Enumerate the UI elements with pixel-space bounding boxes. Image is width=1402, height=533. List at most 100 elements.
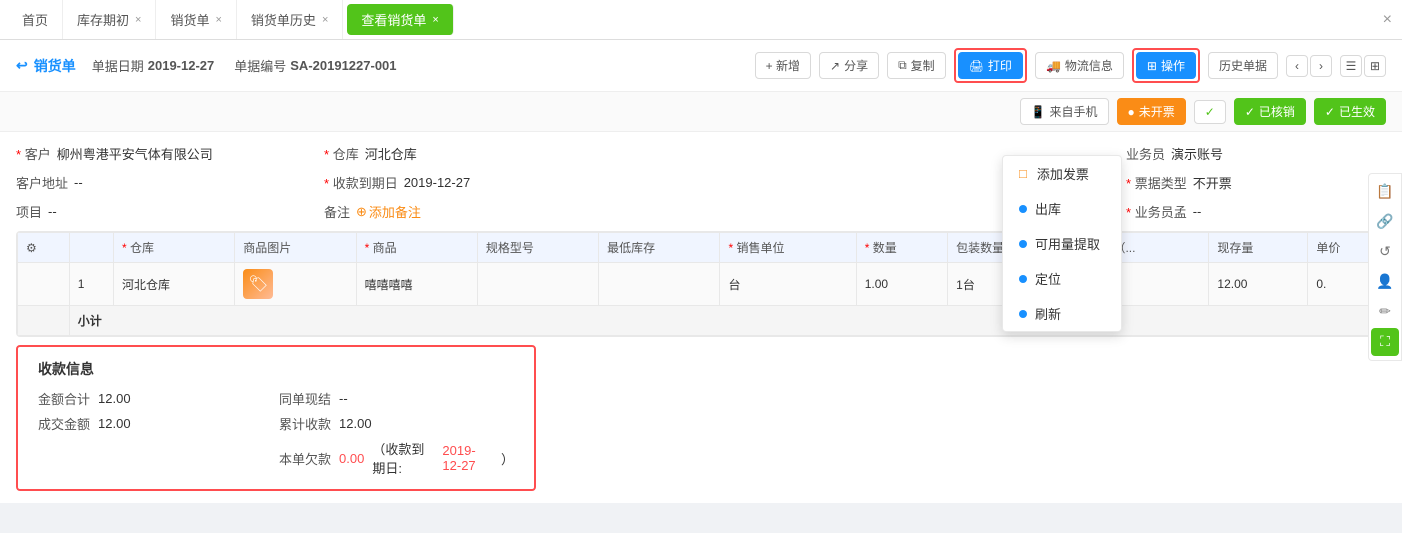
col-min-stock: 最低库存 bbox=[599, 233, 720, 263]
from-phone-button[interactable]: 📱 来自手机 bbox=[1020, 98, 1109, 125]
strip-icon-3[interactable]: ↺ bbox=[1371, 238, 1399, 266]
menu-item-refresh[interactable]: 刷新 bbox=[1003, 296, 1121, 331]
row-unit: 台 bbox=[720, 263, 856, 306]
payment-info-box: 收款信息 金额合计 12.00 同单现结 -- 成交金额 12.00 bbox=[16, 345, 536, 491]
outbound-label: 出库 bbox=[1035, 199, 1061, 218]
close-tab-sales-order[interactable]: × bbox=[215, 14, 221, 26]
print-button[interactable]: 🖨 打印 bbox=[958, 52, 1023, 79]
logistics-icon: 🚚 bbox=[1046, 59, 1061, 73]
not-open-button[interactable]: ● 未开票 bbox=[1117, 98, 1186, 125]
invoice-menu-icon: □ bbox=[1019, 166, 1027, 181]
ticket-type-value: 不开票 bbox=[1193, 173, 1232, 192]
add-invoice-label: 添加发票 bbox=[1037, 164, 1089, 183]
add-note-button[interactable]: ⊕ 添加备注 bbox=[356, 202, 421, 221]
tab-sales-history[interactable]: 销货单历史 × bbox=[237, 0, 343, 39]
form-date-value: 2019-12-27 bbox=[148, 58, 215, 73]
nav-arrows: ‹ › bbox=[1286, 55, 1332, 77]
print-icon: 🖨 bbox=[969, 59, 984, 73]
strip-icon-4[interactable]: 👤 bbox=[1371, 268, 1399, 296]
row-min-stock bbox=[599, 263, 720, 306]
form-number-label: 单据编号 SA-20191227-001 bbox=[234, 56, 396, 75]
col-qty: * 数量 bbox=[856, 233, 947, 263]
row-stock: 12.00 bbox=[1209, 263, 1308, 306]
same-order-value: -- bbox=[339, 391, 348, 406]
staff2-field: * 业务员孟 -- bbox=[1126, 202, 1386, 221]
table-row: 1 河北仓库 🏷 嘻嘻嘻嘻 台 1.00 1台 bbox=[18, 263, 1385, 306]
close-window-button[interactable]: × bbox=[1383, 11, 1392, 29]
copy-button[interactable]: ⧉ 复制 bbox=[887, 52, 946, 79]
tab-stock-init[interactable]: 库存期初 × bbox=[63, 0, 156, 39]
ticket-type-field: * 票据类型 不开票 bbox=[1126, 173, 1386, 192]
available-qty-dot bbox=[1019, 240, 1027, 248]
total-amount-label: 金额合计 bbox=[38, 389, 90, 408]
effective-button[interactable]: ✓ 已生效 bbox=[1314, 98, 1386, 125]
prev-button[interactable]: ‹ bbox=[1286, 55, 1308, 77]
deal-amount-label: 成交金额 bbox=[38, 414, 90, 433]
operation-button[interactable]: ⊞ 操作 bbox=[1136, 52, 1196, 79]
warehouse-field: * 仓库 河北仓库 bbox=[324, 144, 584, 163]
col-unit: * 销售单位 bbox=[720, 233, 856, 263]
strip-icon-2[interactable]: 🔗 bbox=[1371, 208, 1399, 236]
check-icon: ✓ bbox=[1205, 105, 1215, 119]
due-note-end: ） bbox=[501, 449, 514, 468]
staff-value: 演示账号 bbox=[1171, 144, 1223, 163]
toolbar-row: 📱 来自手机 ● 未开票 ✓ ✓ 已核销 ✓ 已生效 bbox=[0, 92, 1402, 132]
next-button[interactable]: › bbox=[1310, 55, 1332, 77]
col-image: 商品图片 bbox=[235, 233, 356, 263]
col-stock: 现存量 bbox=[1209, 233, 1308, 263]
gear-icon[interactable]: ⚙ bbox=[26, 241, 37, 255]
row-num: 1 bbox=[69, 263, 113, 306]
cumulative-value: 12.00 bbox=[339, 416, 372, 431]
new-button[interactable]: + 新增 bbox=[755, 52, 811, 79]
col-warehouse: * 仓库 bbox=[113, 233, 234, 263]
due-row: 本单欠款 0.00 （收款到期日: 2019-12-27 ） bbox=[279, 439, 514, 477]
col-num bbox=[69, 233, 113, 263]
col-product: * 商品 bbox=[356, 233, 477, 263]
close-tab-view-sales[interactable]: × bbox=[432, 14, 438, 26]
deal-amount-row: 成交金额 12.00 bbox=[38, 414, 273, 433]
menu-item-outbound[interactable]: 出库 bbox=[1003, 191, 1121, 226]
total-amount-value: 12.00 bbox=[98, 391, 131, 406]
row-qty: 1.00 bbox=[856, 263, 947, 306]
close-tab-sales-history[interactable]: × bbox=[322, 14, 328, 26]
logistics-button[interactable]: 🚚 物流信息 bbox=[1035, 52, 1124, 79]
print-highlight-box: 🖨 打印 bbox=[954, 48, 1027, 83]
check-button[interactable]: ✓ bbox=[1194, 100, 1226, 124]
share-button[interactable]: ↗ 分享 bbox=[819, 52, 879, 79]
menu-item-locate[interactable]: 定位 bbox=[1003, 261, 1121, 296]
project-field: 项目 -- bbox=[16, 202, 276, 221]
grid-view-button[interactable]: ⊞ bbox=[1364, 55, 1386, 77]
tab-view-sales[interactable]: 查看销货单 × bbox=[347, 4, 453, 35]
menu-item-available-qty[interactable]: 可用量提取 bbox=[1003, 226, 1121, 261]
note-field: 备注 ⊕ 添加备注 bbox=[324, 202, 584, 221]
form-row-2: 客户地址 -- * 收款到期日 2019-12-27 * 票据类型 不开票 bbox=[16, 173, 1386, 192]
form-header-left: ↩ 销货单 单据日期 2019-12-27 单据编号 SA-20191227-0… bbox=[16, 56, 397, 76]
locate-dot bbox=[1019, 275, 1027, 283]
strip-icon-1[interactable]: 📋 bbox=[1371, 178, 1399, 206]
same-order-label: 同单现结 bbox=[279, 389, 331, 408]
menu-item-add-invoice[interactable]: □ 添加发票 bbox=[1003, 156, 1121, 191]
form-type-label: 销货单 bbox=[34, 56, 76, 76]
row-product: 嘻嘻嘻嘻 bbox=[356, 263, 477, 306]
sold-check-icon: ✓ bbox=[1245, 105, 1255, 119]
plus-icon: ⊕ bbox=[356, 204, 367, 220]
copy-icon: ⧉ bbox=[898, 58, 907, 73]
customer-value: 柳州粤港平安气体有限公司 bbox=[57, 144, 237, 163]
strip-icon-6[interactable]: ⛶ bbox=[1371, 328, 1399, 356]
staff2-value: -- bbox=[1193, 204, 1202, 219]
operation-dropdown-menu: □ 添加发票 出库 可用量提取 定位 刷新 bbox=[1002, 155, 1122, 332]
close-tab-stock-init[interactable]: × bbox=[135, 14, 141, 26]
customer-field: * 客户 柳州粤港平安气体有限公司 bbox=[16, 144, 276, 163]
tab-home[interactable]: 首页 bbox=[8, 0, 63, 39]
sold-button[interactable]: ✓ 已核销 bbox=[1234, 98, 1306, 125]
col-model: 规格型号 bbox=[477, 233, 598, 263]
phone-icon: 📱 bbox=[1031, 105, 1046, 119]
history-button[interactable]: 历史单据 bbox=[1208, 52, 1278, 79]
form-meta: 单据日期 2019-12-27 单据编号 SA-20191227-001 bbox=[92, 56, 397, 75]
due-date: 2019-12-27 bbox=[442, 443, 493, 473]
tab-sales-order[interactable]: 销货单 × bbox=[156, 0, 236, 39]
list-view-button[interactable]: ☰ bbox=[1340, 55, 1362, 77]
strip-icon-5[interactable]: ✏ bbox=[1371, 298, 1399, 326]
address-field: 客户地址 -- bbox=[16, 173, 276, 192]
col-gear: ⚙ bbox=[18, 233, 70, 263]
